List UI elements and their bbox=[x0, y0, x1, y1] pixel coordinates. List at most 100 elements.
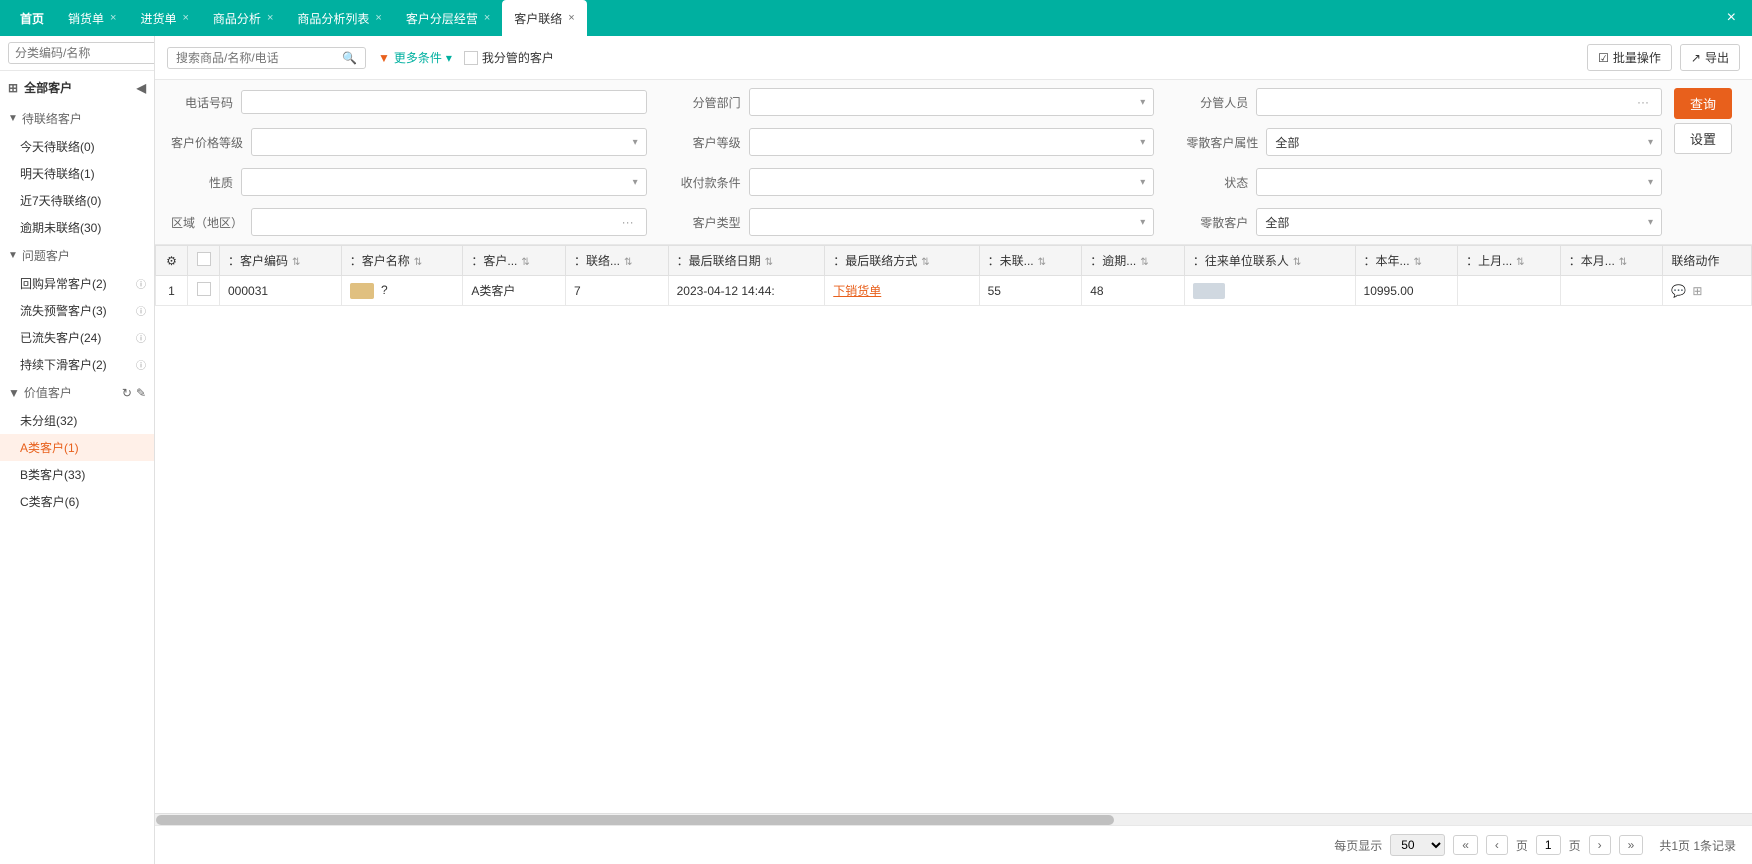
retail-attr-select[interactable]: 全部 ▾ bbox=[1266, 128, 1662, 156]
col-overdue[interactable]: ：逾期...⇅ bbox=[1082, 246, 1185, 276]
sort-icon-this-month: ⇅ bbox=[1619, 257, 1627, 268]
col-name[interactable]: ：客户名称⇅ bbox=[341, 246, 463, 276]
prev-page-btn[interactable]: ‹ bbox=[1486, 835, 1508, 855]
advanced-filters: 电话号码 分管部门 ▾ 分管人员 bbox=[155, 80, 1752, 245]
current-page[interactable]: 1 bbox=[1536, 835, 1561, 855]
retail-customer-select[interactable]: 全部 ▾ bbox=[1256, 208, 1662, 236]
sidebar-section-value[interactable]: ▼ 价值客户 ↻ ✎ bbox=[0, 378, 154, 407]
col-code[interactable]: ：客户编码⇅ bbox=[220, 246, 342, 276]
info-icon-4: ⓘ bbox=[136, 357, 146, 372]
customer-level-select[interactable]: ▾ bbox=[749, 128, 1155, 156]
payment-select[interactable]: ▾ bbox=[749, 168, 1155, 196]
dept-select[interactable]: ▾ bbox=[749, 88, 1155, 116]
row-select-checkbox[interactable] bbox=[197, 282, 211, 296]
sort-icon-date: ⇅ bbox=[765, 257, 773, 268]
close-customer-segment-tab[interactable]: × bbox=[484, 12, 490, 24]
sidebar-item-churn-warning[interactable]: 流失预警客户(3) ⓘ bbox=[0, 297, 154, 324]
filter-row-2: 客户价格等级 ▾ 客户等级 ▾ bbox=[171, 128, 1662, 156]
row-last-date: 2023-04-12 14:44: bbox=[668, 276, 825, 306]
nature-select[interactable]: ▾ bbox=[241, 168, 647, 196]
col-this-month[interactable]: ：本月...⇅ bbox=[1560, 246, 1663, 276]
nav-close-btn[interactable]: × bbox=[1719, 9, 1744, 27]
value-section-icons: ↻ ✎ bbox=[122, 386, 146, 400]
nav-tab-customer-segment[interactable]: 客户分层经营 × bbox=[394, 0, 502, 36]
filter-search-icon[interactable]: 🔍 bbox=[342, 51, 357, 65]
price-level-select[interactable]: ▾ bbox=[251, 128, 647, 156]
col-last-month[interactable]: ：上月...⇅ bbox=[1458, 246, 1561, 276]
my-customers-checkbox[interactable]: 我分管的客户 bbox=[464, 49, 554, 66]
sidebar-item-declining[interactable]: 持续下滑客户(2) ⓘ bbox=[0, 351, 154, 378]
nav-tab-purchase[interactable]: 进货单 × bbox=[128, 0, 200, 36]
checkbox-icon[interactable] bbox=[464, 51, 478, 65]
refresh-icon[interactable]: ↻ bbox=[122, 386, 132, 400]
sidebar-search-input[interactable] bbox=[8, 42, 155, 64]
query-button[interactable]: 查询 bbox=[1674, 88, 1732, 119]
col-contacts[interactable]: ：往来单位联系人⇅ bbox=[1184, 246, 1355, 276]
close-customer-contact-tab[interactable]: × bbox=[568, 12, 574, 24]
col-settings[interactable]: ⚙ bbox=[156, 246, 188, 276]
close-goods-list-tab[interactable]: × bbox=[375, 12, 381, 24]
last-page-btn[interactable]: » bbox=[1619, 835, 1644, 855]
row-last-method[interactable]: 下销货单 bbox=[825, 276, 979, 306]
col-uncontacted[interactable]: ：未联...⇅ bbox=[979, 246, 1082, 276]
phone-input[interactable] bbox=[241, 90, 647, 114]
col-checkbox[interactable] bbox=[188, 246, 220, 276]
sidebar-section-pending[interactable]: ▼ 待联络客户 bbox=[0, 104, 154, 133]
row-type: A类客户 bbox=[463, 276, 566, 306]
status-select[interactable]: ▾ bbox=[1256, 168, 1662, 196]
scrollbar-thumb[interactable] bbox=[156, 815, 1114, 825]
filter-more-btn[interactable]: ▼ 更多条件 ▾ bbox=[378, 49, 452, 66]
nav-tab-customer-contact[interactable]: 客户联络 × bbox=[502, 0, 586, 36]
edit-icon[interactable]: ✎ bbox=[136, 386, 146, 400]
last-method-link[interactable]: 下销货单 bbox=[833, 284, 881, 298]
filter-bar: 🔍 ▼ 更多条件 ▾ 我分管的客户 ☑ 批量操作 ↗ 导出 bbox=[155, 36, 1752, 80]
per-page-select[interactable]: 50 100 200 bbox=[1390, 834, 1445, 856]
sidebar-item-class-b[interactable]: B类客户(33) bbox=[0, 461, 154, 488]
sidebar-item-lost[interactable]: 已流失客户(24) ⓘ bbox=[0, 324, 154, 351]
col-last-method[interactable]: ：最后联络方式⇅ bbox=[825, 246, 979, 276]
nav-tab-sales[interactable]: 销货单 × bbox=[56, 0, 128, 36]
sidebar-item-today[interactable]: 今天待联络(0) bbox=[0, 133, 154, 160]
nav-tab-home[interactable]: 首页 bbox=[8, 0, 56, 36]
table-row: 1 000031 ? A类客户 7 2023-04-12 14:44: bbox=[156, 276, 1752, 306]
nav-tab-goods-list[interactable]: 商品分析列表 × bbox=[285, 0, 393, 36]
sidebar-all-customers[interactable]: ⊞ 全部客户 ◀ bbox=[0, 71, 154, 104]
more-action-icon[interactable]: ⊞ bbox=[1692, 284, 1702, 298]
collapse-icon[interactable]: ◀ bbox=[137, 81, 146, 95]
chat-icon[interactable]: 💬 bbox=[1671, 284, 1686, 298]
sidebar-section-problems[interactable]: ▼ 问题客户 bbox=[0, 241, 154, 270]
sidebar-item-class-a[interactable]: A类客户(1) bbox=[0, 434, 154, 461]
first-page-btn[interactable]: « bbox=[1453, 835, 1478, 855]
sidebar-item-class-c[interactable]: C类客户(6) bbox=[0, 488, 154, 515]
export-btn[interactable]: ↗ 导出 bbox=[1680, 44, 1740, 71]
col-contact-count[interactable]: ：联络...⇅ bbox=[566, 246, 669, 276]
col-last-date[interactable]: ：最后联络日期⇅ bbox=[668, 246, 825, 276]
col-type[interactable]: ：客户...⇅ bbox=[463, 246, 566, 276]
sort-icon-uncontacted: ⇅ bbox=[1038, 257, 1046, 268]
row-checkbox[interactable] bbox=[188, 276, 220, 306]
sidebar-item-abnormal[interactable]: 回购异常客户(2) ⓘ bbox=[0, 270, 154, 297]
filter-dept: 分管部门 ▾ bbox=[679, 88, 1155, 116]
setting-button[interactable]: 设置 bbox=[1674, 123, 1732, 154]
horizontal-scrollbar[interactable] bbox=[155, 813, 1752, 825]
close-sales-tab[interactable]: × bbox=[110, 12, 116, 24]
sort-icon-type: ⇅ bbox=[521, 257, 529, 268]
next-page-btn[interactable]: › bbox=[1589, 835, 1611, 855]
sidebar-item-7days[interactable]: 近7天待联络(0) bbox=[0, 187, 154, 214]
sidebar-item-overdue[interactable]: 逾期未联络(30) bbox=[0, 214, 154, 241]
select-all-checkbox[interactable] bbox=[197, 252, 211, 266]
close-goods-analysis-tab[interactable]: × bbox=[267, 12, 273, 24]
nav-tab-goods-analysis[interactable]: 商品分析 × bbox=[201, 0, 285, 36]
settings-icon[interactable]: ⚙ bbox=[166, 254, 177, 268]
row-index: 1 bbox=[156, 276, 188, 306]
sidebar-item-tomorrow[interactable]: 明天待联络(1) bbox=[0, 160, 154, 187]
close-purchase-tab[interactable]: × bbox=[182, 12, 188, 24]
main-layout: 🔍 ⊞ 全部客户 ◀ ▼ 待联络客户 今天待联络(0) 明天待联络(1) 近7天… bbox=[0, 36, 1752, 864]
filter-search-input[interactable] bbox=[176, 51, 336, 65]
sidebar-item-unclassified[interactable]: 未分组(32) bbox=[0, 407, 154, 434]
col-year-amount[interactable]: ：本年...⇅ bbox=[1355, 246, 1458, 276]
region-dots[interactable]: ··· bbox=[618, 215, 638, 229]
batch-btn[interactable]: ☑ 批量操作 bbox=[1587, 44, 1672, 71]
manager-dots[interactable]: ··· bbox=[1633, 95, 1653, 109]
customer-type-select[interactable]: ▾ bbox=[749, 208, 1155, 236]
